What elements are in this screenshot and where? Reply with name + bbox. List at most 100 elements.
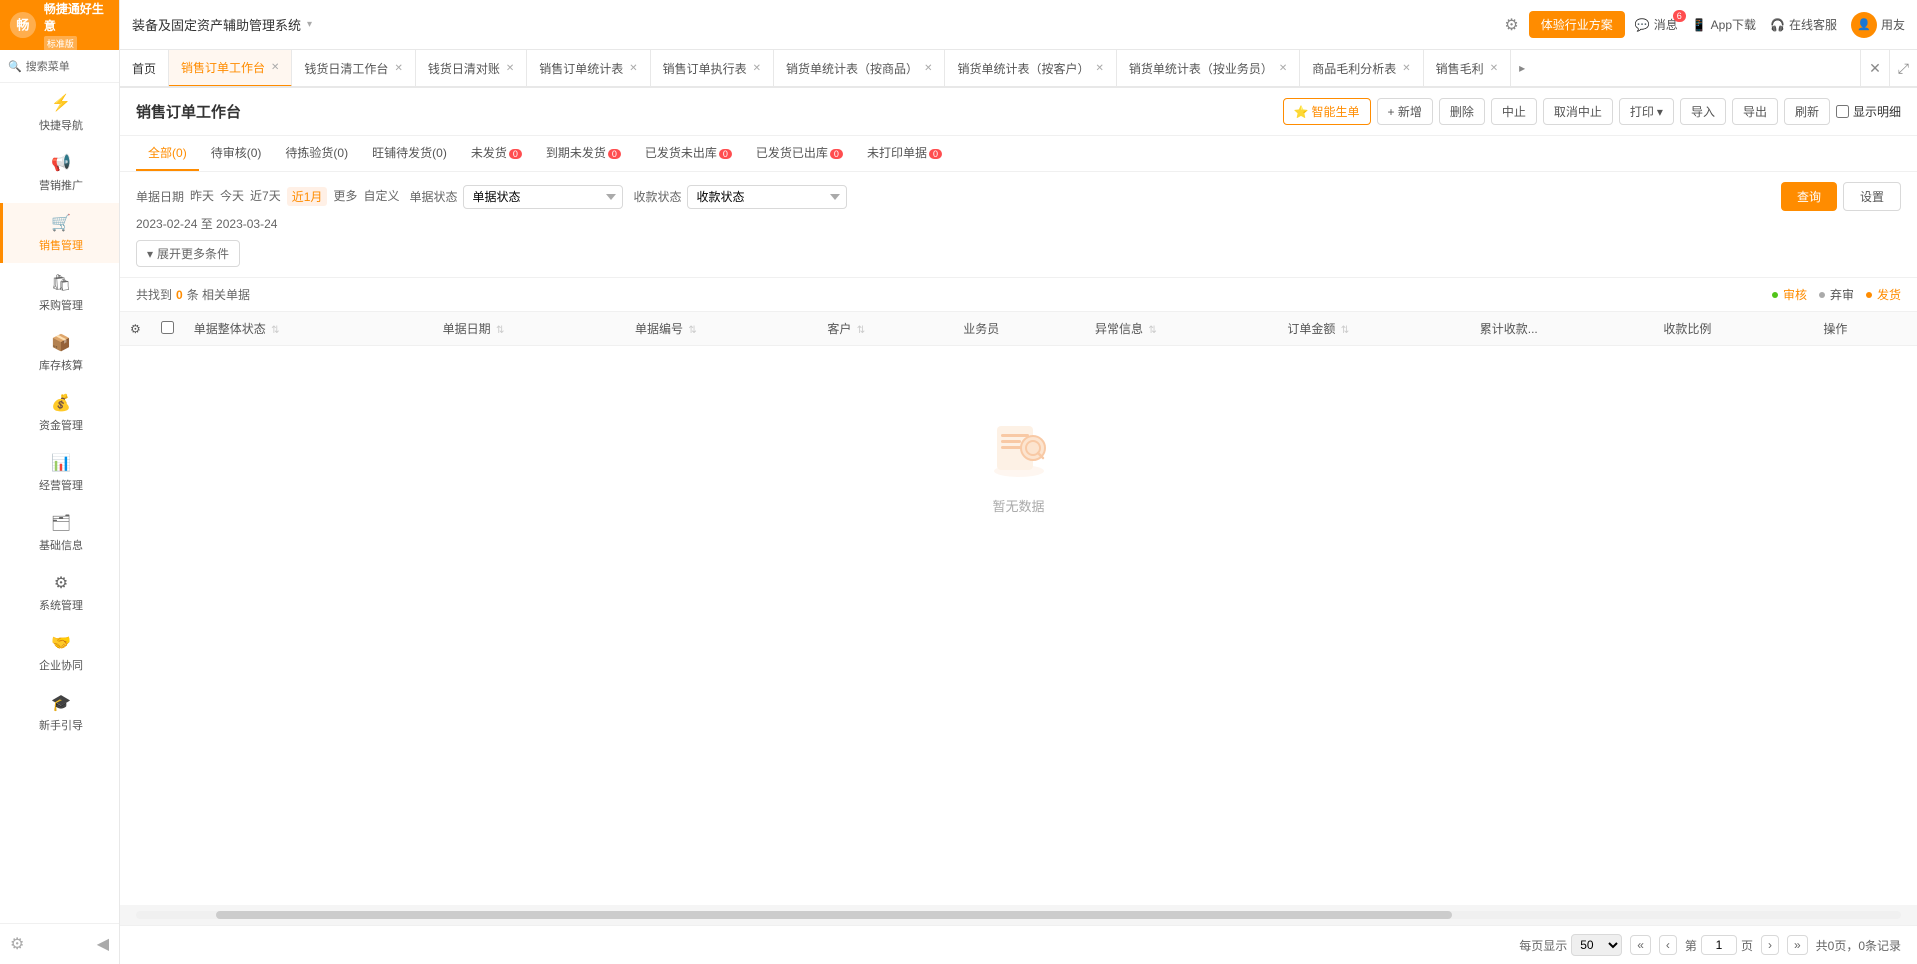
empty-text: 暂无数据 <box>992 496 1044 515</box>
user-menu[interactable]: 👤 用友 <box>1851 12 1905 38</box>
tab-close-icon[interactable]: ✕ <box>394 63 402 74</box>
add-btn[interactable]: + 新增 <box>1377 98 1433 125</box>
tab-product-margin[interactable]: 商品毛利分析表 ✕ <box>1300 50 1423 87</box>
delete-btn[interactable]: 删除 <box>1439 98 1485 125</box>
tab-close-icon[interactable]: ✕ <box>1402 63 1410 74</box>
select-all-checkbox[interactable] <box>161 321 174 334</box>
reject-btn[interactable]: 弃审 <box>1819 286 1854 303</box>
refresh-btn[interactable]: 刷新 <box>1784 98 1830 125</box>
table-header-row: ⚙ 单据整体状态 ⇅ 单据日期 ⇅ 单据编号 <box>120 312 1917 346</box>
tab-sales-stats-product[interactable]: 销货单统计表（按商品） ✕ <box>774 50 945 87</box>
sidebar-item-system[interactable]: ⚙ 系统管理 <box>0 563 119 623</box>
th-number[interactable]: 单据编号 ⇅ <box>625 312 817 346</box>
prev-page-btn[interactable]: ‹ <box>1659 935 1677 955</box>
sidebar-item-guide[interactable]: 🎓 新手引导 <box>0 683 119 743</box>
subtab-shipped-out[interactable]: 已发货已出库0 <box>744 136 855 171</box>
settings-icon[interactable]: ⚙ <box>10 934 24 954</box>
sidebar-item-marketing[interactable]: 📢 营销推广 <box>0 143 119 203</box>
tab-sales-workbench[interactable]: 销售订单工作台 ✕ <box>169 50 292 87</box>
tab-close-icon[interactable]: ✕ <box>1279 63 1287 74</box>
stop-btn[interactable]: 中止 <box>1491 98 1537 125</box>
subtab-wangpu[interactable]: 旺铺待发货(0) <box>360 136 459 171</box>
ship-btn[interactable]: 发货 <box>1866 286 1901 303</box>
th-staff[interactable]: 业务员 <box>953 312 1085 346</box>
per-page-select[interactable]: 50 20 100 <box>1571 934 1622 956</box>
payment-select[interactable]: 收款状态 <box>687 185 847 209</box>
tab-close-icon[interactable]: ✕ <box>629 63 637 74</box>
tab-close-icon[interactable]: ✕ <box>271 62 279 73</box>
sidebar-item-purchase[interactable]: 🛍 采购管理 <box>0 263 119 323</box>
date-today[interactable]: 今天 <box>220 187 244 206</box>
sidebar-item-sales[interactable]: 🛒 销售管理 <box>0 203 119 263</box>
maximize-btn[interactable]: ⤢ <box>1889 50 1917 87</box>
th-ratio[interactable]: 收款比例 <box>1653 312 1813 346</box>
app-download-btn[interactable]: 📱 App下载 <box>1692 16 1756 33</box>
subtab-not-printed[interactable]: 未打印单据0 <box>855 136 954 171</box>
settings-icon[interactable]: ⚙ <box>1504 15 1518 35</box>
tab-sales-more[interactable]: 销售毛利 ✕ <box>1424 50 1511 87</box>
import-btn[interactable]: 导入 <box>1680 98 1726 125</box>
th-customer[interactable]: 客户 ⇅ <box>817 312 953 346</box>
sidebar-item-enterprise[interactable]: 🤝 企业协同 <box>0 623 119 683</box>
smart-create-btn[interactable]: ⭐ 智能生单 <box>1283 98 1371 125</box>
sidebar-item-finance[interactable]: 💰 资金管理 <box>0 383 119 443</box>
close-all-tabs-btn[interactable]: ✕ <box>1860 50 1889 87</box>
export-btn[interactable]: 导出 <box>1732 98 1778 125</box>
tab-cash-daily[interactable]: 钱货日清工作台 ✕ <box>292 50 415 87</box>
first-page-btn[interactable]: « <box>1630 935 1651 955</box>
th-amount[interactable]: 订单金额 ⇅ <box>1277 312 1469 346</box>
date-more[interactable]: 更多 <box>333 187 357 206</box>
date-1month[interactable]: 近1月 <box>287 187 328 206</box>
scrollbar-thumb[interactable] <box>216 911 1452 919</box>
industry-btn[interactable]: 体验行业方案 <box>1529 11 1625 38</box>
date-7days[interactable]: 近7天 <box>250 187 281 206</box>
search-menu[interactable]: 🔍 搜索菜单 <box>0 50 119 83</box>
th-checkbox[interactable] <box>151 312 184 346</box>
sidebar-item-inventory[interactable]: 📦 库存核算 <box>0 323 119 383</box>
tab-close-icon[interactable]: ✕ <box>506 63 514 74</box>
th-date[interactable]: 单据日期 ⇅ <box>433 312 625 346</box>
tab-sales-stats-staff[interactable]: 销货单统计表（按业务员） ✕ <box>1117 50 1300 87</box>
next-page-btn[interactable]: › <box>1761 935 1779 955</box>
th-status[interactable]: 单据整体状态 ⇅ <box>184 312 433 346</box>
query-btn[interactable]: 查询 <box>1781 182 1837 211</box>
cancel-stop-btn[interactable]: 取消中止 <box>1543 98 1613 125</box>
collapse-icon[interactable]: ◀ <box>97 934 109 954</box>
th-settings[interactable]: ⚙ <box>120 312 151 346</box>
subtab-shipped-not-out[interactable]: 已发货未出库0 <box>633 136 744 171</box>
sidebar-item-basic-info[interactable]: 🗂 基础信息 <box>0 503 119 563</box>
review-btn[interactable]: 审核 <box>1772 286 1807 303</box>
tab-close-icon[interactable]: ✕ <box>1490 63 1498 74</box>
th-collected[interactable]: 累计收款... <box>1470 312 1654 346</box>
tabs-more-btn[interactable]: ▸ <box>1511 61 1533 75</box>
tab-sales-stats-customer[interactable]: 销货单统计表（按客户） ✕ <box>945 50 1116 87</box>
tab-sales-order-stats[interactable]: 销售订单统计表 ✕ <box>527 50 650 87</box>
subtab-pending-check[interactable]: 待拣验货(0) <box>273 136 360 171</box>
subtab-not-shipped[interactable]: 未发货0 <box>459 136 534 171</box>
status-select[interactable]: 单据状态 <box>463 185 623 209</box>
th-anomaly[interactable]: 异常信息 ⇅ <box>1085 312 1277 346</box>
tab-close-icon[interactable]: ✕ <box>924 63 932 74</box>
tab-cash-reconcile[interactable]: 钱货日清对账 ✕ <box>416 50 527 87</box>
date-yesterday[interactable]: 昨天 <box>190 187 214 206</box>
subtab-overdue[interactable]: 到期未发货0 <box>534 136 633 171</box>
tab-sales-order-exec[interactable]: 销售订单执行表 ✕ <box>651 50 774 87</box>
page-input[interactable] <box>1701 935 1737 955</box>
sidebar-item-operations[interactable]: 📊 经营管理 <box>0 443 119 503</box>
tab-close-icon[interactable]: ✕ <box>753 63 761 74</box>
messages-btn[interactable]: 💬 消息 6 <box>1635 16 1678 33</box>
date-custom[interactable]: 自定义 <box>363 187 399 206</box>
expand-filter-btn[interactable]: ▾ 展开更多条件 <box>136 240 240 267</box>
online-service-btn[interactable]: 🎧 在线客服 <box>1770 16 1837 33</box>
print-btn[interactable]: 打印 ▾ <box>1619 98 1674 125</box>
last-page-btn[interactable]: » <box>1787 935 1808 955</box>
set-btn[interactable]: 设置 <box>1843 182 1901 211</box>
show-detail-checkbox[interactable] <box>1836 105 1849 118</box>
subtab-all[interactable]: 全部(0) <box>136 136 199 171</box>
sidebar-item-quick-nav[interactable]: ⚡ 快捷导航 <box>0 83 119 143</box>
tab-home[interactable]: 首页 <box>120 50 169 87</box>
tab-close-icon[interactable]: ✕ <box>1095 63 1103 74</box>
subtab-pending-review[interactable]: 待审核(0) <box>199 136 274 171</box>
show-detail-toggle[interactable]: 显示明细 <box>1836 103 1901 120</box>
horizontal-scrollbar[interactable] <box>136 911 1901 919</box>
